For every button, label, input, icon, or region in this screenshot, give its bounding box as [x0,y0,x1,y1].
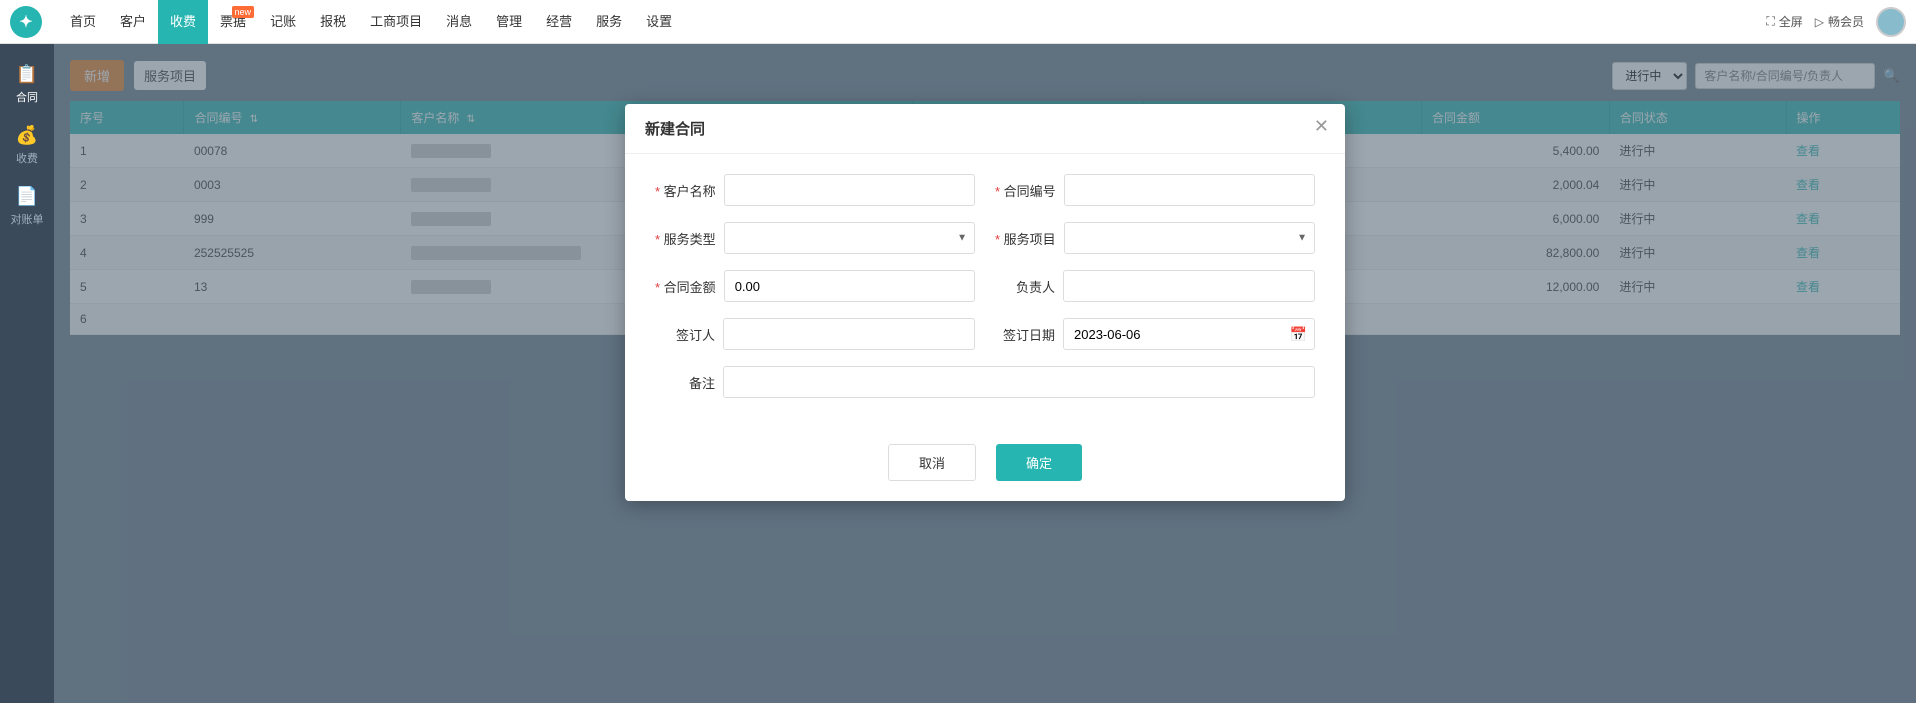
fullscreen-icon: ⛶ [1766,14,1774,29]
nav-item-shezhi[interactable]: 设置 [634,0,684,44]
main-layout: 📋 合同 💰 收费 📄 对账单 新增 服务项目 进行中 🔍 [0,44,1916,703]
form-group-sign-date: 签订日期 📅 [995,318,1315,350]
nav-item-piaoju[interactable]: 票据 new [208,0,258,44]
sign-person-input[interactable] [723,318,975,350]
form-row-1: 客户名称 合同编号 [655,174,1315,206]
nav-item-shoufei[interactable]: 收费 [158,0,208,44]
modal-body: 客户名称 合同编号 服务类型 [625,154,1345,434]
label-service-type: 服务类型 [655,229,716,248]
sign-date-input[interactable] [1063,318,1315,350]
content-area: 新增 服务项目 进行中 🔍 序号 合同编号 ⇅ 客户名称 ⇅ [54,44,1916,703]
form-group-sign-person: 签订人 [655,318,975,350]
form-group-amount: 合同金额 [655,270,975,302]
form-row-5: 备注 [655,366,1315,398]
label-customer: 客户名称 [655,181,716,200]
label-service-item: 服务项目 [995,229,1056,248]
logo-icon[interactable]: ✦ [10,6,42,38]
nav-item-jingying[interactable]: 经营 [534,0,584,44]
label-sign-date: 签订日期 [995,325,1055,344]
form-group-service-type: 服务类型 [655,222,975,254]
remark-input[interactable] [723,366,1315,398]
form-group-service-item: 服务项目 [995,222,1315,254]
nav-item-home[interactable]: 首页 [58,0,108,44]
label-sign-person: 签订人 [655,325,715,344]
label-responsible: 负责人 [995,277,1055,296]
form-group-customer: 客户名称 [655,174,975,206]
form-group-responsible: 负责人 [995,270,1315,302]
nav-item-jiz[interactable]: 记账 [258,0,308,44]
new-badge: new [232,6,255,19]
confirm-button[interactable]: 确定 [996,444,1082,481]
nav-item-guanli[interactable]: 管理 [484,0,534,44]
modal-title: 新建合同 [625,104,1345,154]
modal-new-contract: 新建合同 ✕ 客户名称 合同编号 [625,104,1345,501]
fullscreen-button[interactable]: ⛶ 全屏 [1766,13,1802,30]
service-type-select[interactable] [724,222,975,254]
contract-code-input[interactable] [1064,174,1315,206]
form-group-code: 合同编号 [995,174,1315,206]
nav-item-baoshui[interactable]: 报税 [308,0,358,44]
top-nav: ✦ 首页 客户 收费 票据 new 记账 报税 工商项目 消息 管理 经营 服务… [0,0,1916,44]
sidebar: 📋 合同 💰 收费 📄 对账单 [0,44,54,703]
vip-button[interactable]: ▷ 畅会员 [1815,13,1864,30]
nav-item-customer[interactable]: 客户 [108,0,158,44]
statement-icon: 📄 [16,186,38,207]
nav-item-gongshang[interactable]: 工商项目 [358,0,434,44]
label-remark: 备注 [655,373,715,392]
sign-date-wrapper: 📅 [1063,318,1315,350]
cancel-button[interactable]: 取消 [888,444,976,481]
form-row-2: 服务类型 服务项目 [655,222,1315,254]
sidebar-item-hetong[interactable]: 📋 合同 [0,54,54,115]
sidebar-item-shoufei[interactable]: 💰 收费 [0,115,54,176]
form-row-3: 合同金额 负责人 [655,270,1315,302]
form-group-remark: 备注 [655,366,1315,398]
nav-item-fuwu[interactable]: 服务 [584,0,634,44]
top-nav-right: ⛶ 全屏 ▷ 畅会员 [1766,7,1906,37]
vip-icon: ▷ [1815,15,1824,29]
nav-item-xiaoxi[interactable]: 消息 [434,0,484,44]
contract-amount-input[interactable] [724,270,975,302]
label-code: 合同编号 [995,181,1056,200]
avatar[interactable] [1876,7,1906,37]
service-item-select[interactable] [1064,222,1315,254]
responsible-input[interactable] [1063,270,1315,302]
customer-name-input[interactable] [724,174,975,206]
label-amount: 合同金额 [655,277,716,296]
service-item-wrapper [1064,222,1315,254]
fee-icon: 💰 [16,125,38,146]
contract-icon: 📋 [16,64,38,85]
modal-close-button[interactable]: ✕ [1314,116,1329,137]
modal-overlay: 新建合同 ✕ 客户名称 合同编号 [54,44,1916,703]
modal-footer: 取消 确定 [625,434,1345,481]
calendar-icon: 📅 [1290,326,1307,343]
sidebar-item-duizhangdan[interactable]: 📄 对账单 [0,176,54,237]
form-row-4: 签订人 签订日期 📅 [655,318,1315,350]
service-type-wrapper [724,222,975,254]
